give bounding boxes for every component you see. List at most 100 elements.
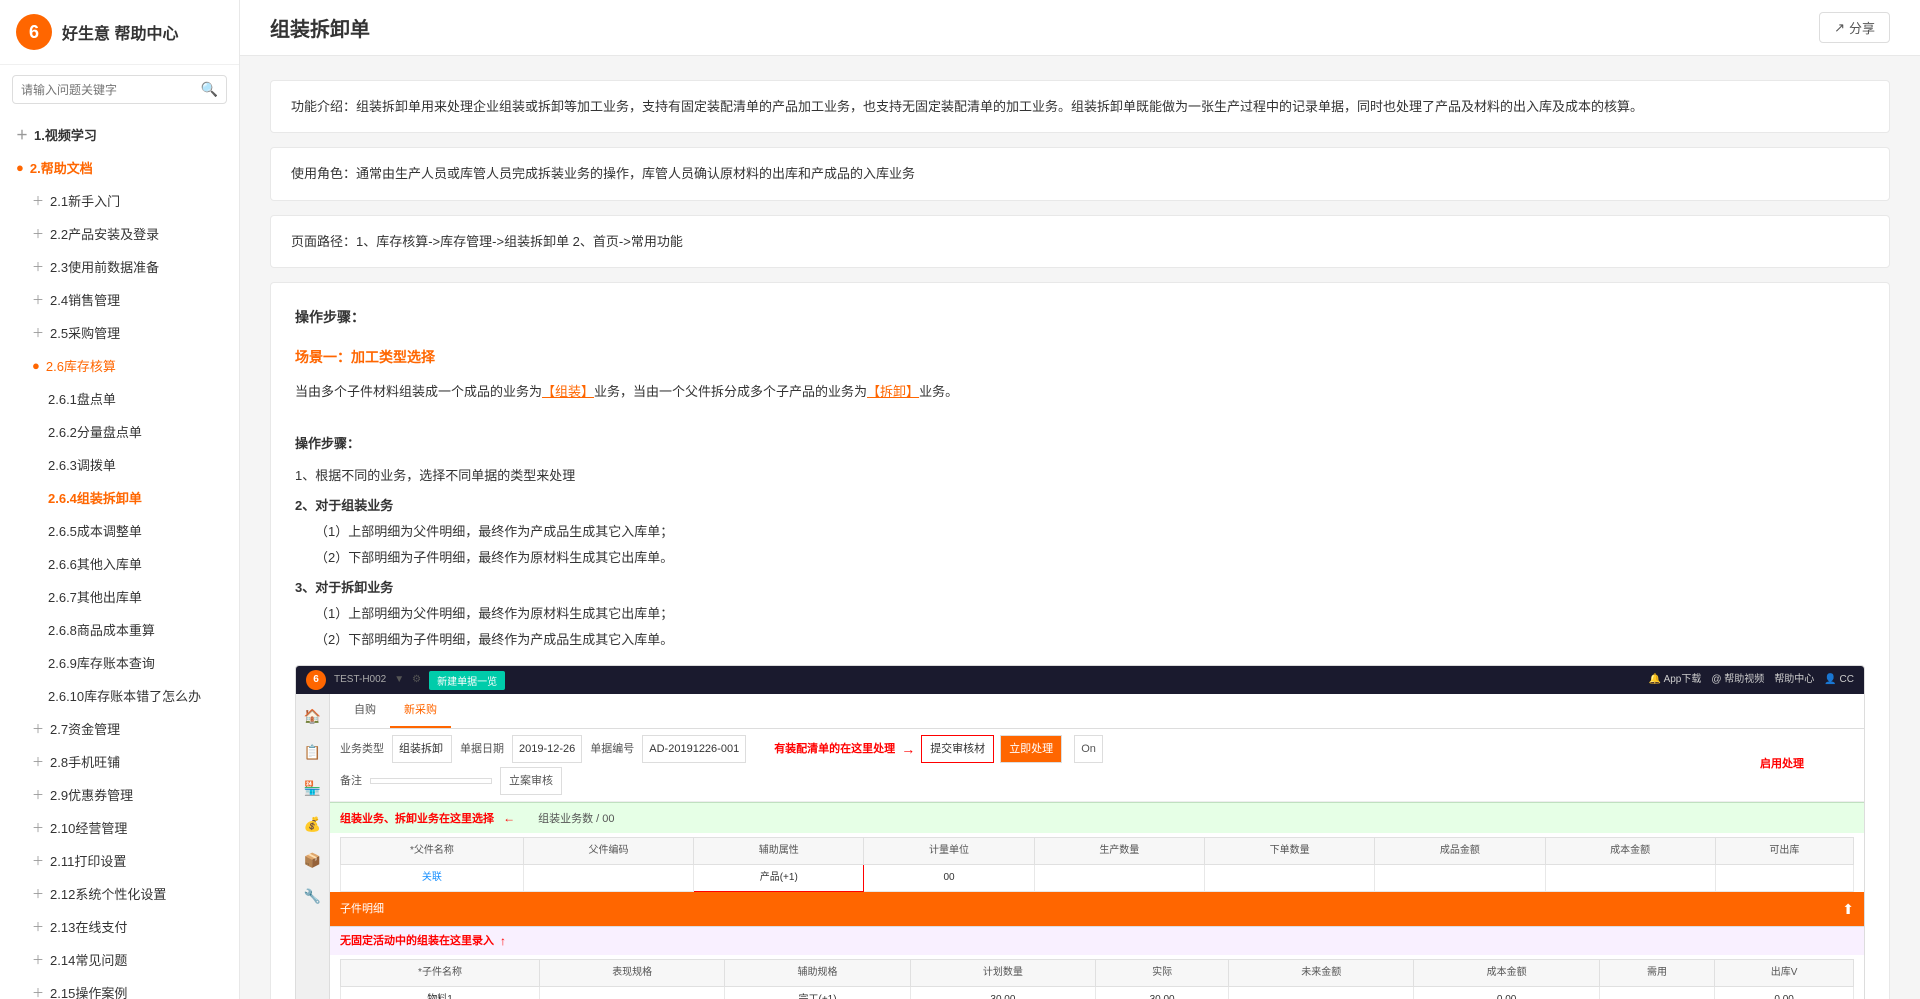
mock-lower-table-wrapper: *子件名称 表现规格 辅助规格 计划数量 实际 未来金额 成本金额 需用 [330, 959, 1864, 999]
sidebar-item-cases[interactable]: ＋ 2.15操作案例 [0, 976, 239, 999]
screenshot-inner: 6 TEST-H002 ▼ ⚙ 新建单据一览 🔔 App下载 @ 帮助视频 帮助… [296, 666, 1864, 999]
sidebar-item-inventory[interactable]: ● 2.6库存核算 [0, 349, 239, 382]
cell-prod-amt [1375, 865, 1545, 892]
sidebar-item-assembly[interactable]: 2.6.4组装拆卸单 [0, 481, 239, 514]
sidebar-item-coupon[interactable]: ＋ 2.9优惠券管理 [0, 778, 239, 811]
cell-cost-amt [1545, 865, 1715, 892]
mock-form-row2: 备注 立案审核 [340, 767, 1854, 795]
main-content: 组装拆卸单 ↗ 分享 功能介绍：组装拆卸单用来处理企业组装或拆卸等加工业务，支持… [240, 0, 1920, 999]
sidebar-item-other-out[interactable]: 2.6.7其他出库单 [0, 580, 239, 613]
sidebar-item-ops[interactable]: ＋ 2.10经营管理 [0, 811, 239, 844]
mock-main-content: 自购 新采购 业务类型 组装拆卸 单据日期 2019-12-26 [330, 694, 1864, 999]
mock-save-btn[interactable]: 立即处理 [1000, 735, 1062, 763]
plus-icon: ＋ [32, 984, 44, 999]
sidebar-item-new-user[interactable]: ＋ 2.1新手入门 [0, 184, 239, 217]
lcol-name: *子件名称 [341, 960, 540, 987]
mock-lower-table: *子件名称 表现规格 辅助规格 计划数量 实际 未来金额 成本金额 需用 [340, 959, 1854, 999]
path-text: 页面路径：1、库存核算->库存管理->组装拆卸单 2、首页->常用功能 [291, 234, 683, 249]
lrow1-plan: 30.00 [910, 987, 1095, 999]
lrow1-actual: 30.00 [1096, 987, 1229, 999]
sidebar-item-payment[interactable]: ＋ 2.13在线支付 [0, 910, 239, 943]
sidebar-item-videos[interactable]: ＋ 1.视频学习 [0, 118, 239, 151]
mock-annotation1-area: 有装配清单的在这里处理 → 提交审核材 立即处理 [774, 735, 1062, 763]
plus-icon: ＋ [32, 852, 44, 869]
col-prod-amt: 成品金额 [1375, 838, 1545, 865]
sidebar-item-mobile[interactable]: ＋ 2.8手机旺铺 [0, 745, 239, 778]
mock-lower-title: 子件明细 [340, 898, 384, 920]
mock-body: 🏠 📋 🏪 💰 📦 🔧 自购 新采购 [296, 694, 1864, 999]
lcol-spec: 表现规格 [540, 960, 725, 987]
mock-icon3: 🏪 [304, 774, 321, 802]
lrow1-out: 0.00 [1715, 987, 1854, 999]
sidebar-item-cost-calc[interactable]: 2.6.8商品成本重算 [0, 613, 239, 646]
assembly-link[interactable]: 【组装】 [542, 384, 594, 399]
step2-1: （1）上部明细为父件明细，最终作为产成品生成其它入库单； [295, 519, 1865, 545]
sidebar-item-adjust[interactable]: 2.6.3调拨单 [0, 448, 239, 481]
sidebar-item-custom[interactable]: ＋ 2.12系统个性化设置 [0, 877, 239, 910]
mock-verify-btn[interactable]: 立案审核 [500, 767, 562, 795]
sidebar-item-print[interactable]: ＋ 2.11打印设置 [0, 844, 239, 877]
sidebar-item-docs[interactable]: ● 2.帮助文档 [0, 151, 239, 184]
cell-unit: 00 [864, 865, 1034, 892]
sidebar-item-stocktake[interactable]: 2.6.1盘点单 [0, 382, 239, 415]
sidebar-item-account-err[interactable]: 2.6.10库存账本错了怎么办 [0, 679, 239, 712]
sidebar-item-stock-check[interactable]: 2.6.9库存账本查询 [0, 646, 239, 679]
sidebar-item-install[interactable]: ＋ 2.2产品安装及登录 [0, 217, 239, 250]
content-area: 功能介绍：组装拆卸单用来处理企业组装或拆卸等加工业务，支持有固定装配清单的产品加… [240, 56, 1920, 999]
mock-type-select[interactable]: 组装拆卸 [392, 735, 452, 763]
scenario1-desc: 当由多个子件材料组装成一个成品的业务为【组装】业务，当由一个父件拆分成多个子产品… [295, 379, 1865, 405]
mock-freeform-section: 无固定活动中的组装在这里录入 ↑ [330, 926, 1864, 955]
mock-process-btn[interactable]: 提交审核材 [921, 735, 994, 763]
sidebar-item-purchase[interactable]: ＋ 2.5采购管理 [0, 316, 239, 349]
steps-sub-title: 操作步骤： [295, 431, 1865, 457]
mock-expand-icon[interactable]: ⬆ [1842, 895, 1854, 923]
plus-icon: ＋ [32, 291, 44, 308]
share-icon: ↗ [1834, 20, 1845, 36]
sidebar-item-finance[interactable]: ＋ 2.7资金管理 [0, 712, 239, 745]
col-aux-attr: 辅助属性 [694, 838, 864, 865]
sidebar-item-sales[interactable]: ＋ 2.4销售管理 [0, 283, 239, 316]
cell-out-stock [1715, 865, 1853, 892]
mock-avatar: 👤 CC [1824, 670, 1854, 690]
col-out-stock: 可出库 [1715, 838, 1853, 865]
annotation-processing-text: 有装配清单的在这里处理 [774, 738, 895, 760]
col-unit: 计量单位 [864, 838, 1034, 865]
mock-form-row1: 业务类型 组装拆卸 单据日期 2019-12-26 单据编号 AD-201912… [340, 735, 1854, 763]
disassembly-link[interactable]: 【拆卸】 [867, 384, 919, 399]
mock-tab-zg[interactable]: 自购 [340, 694, 390, 728]
mock-num-label: 单据编号 [590, 738, 634, 760]
lcol-actual: 实际 [1096, 960, 1229, 987]
sidebar-item-other-in[interactable]: 2.6.6其他入库单 [0, 547, 239, 580]
sidebar-item-faq[interactable]: ＋ 2.14常见问题 [0, 943, 239, 976]
plus-icon: ＋ [32, 951, 44, 968]
search-box: 🔍 [12, 75, 227, 104]
steps-section: 操作步骤： 场景一：加工类型选择 当由多个子件材料组装成一个成品的业务为【组装】… [270, 282, 1890, 999]
sidebar-item-partial-stocktake[interactable]: 2.6.2分量盘点单 [0, 415, 239, 448]
mock-topbar: 6 TEST-H002 ▼ ⚙ 新建单据一览 🔔 App下载 @ 帮助视频 帮助… [296, 666, 1864, 694]
plus-icon: ＋ [32, 225, 44, 242]
mock-date-input[interactable]: 2019-12-26 [512, 735, 582, 763]
mock-on-toggle[interactable]: On [1074, 735, 1103, 763]
plus-icon: ＋ [32, 324, 44, 341]
cell-link: 关联 [341, 865, 524, 892]
annotation-activate-text: 启用处理 [1760, 753, 1804, 775]
plus-icon: ＋ [32, 786, 44, 803]
mock-logo: 6 [306, 670, 326, 690]
mock-tab-new[interactable]: 新采购 [390, 694, 451, 728]
mock-new-doc-btn[interactable]: 新建单据一览 [429, 671, 505, 690]
plus-icon: ＋ [32, 918, 44, 935]
sidebar-item-data-prep[interactable]: ＋ 2.3使用前数据准备 [0, 250, 239, 283]
mock-num-input[interactable]: AD-20191226-001 [642, 735, 746, 763]
nav-tree: ＋ 1.视频学习 ● 2.帮助文档 ＋ 2.1新手入门 ＋ 2.2产品安装及登录… [0, 114, 239, 999]
path-block: 页面路径：1、库存核算->库存管理->组装拆卸单 2、首页->常用功能 [270, 215, 1890, 268]
logo-icon: 6 [16, 14, 52, 50]
search-button[interactable]: 🔍 [201, 81, 218, 98]
lcol-cost-amt: 成本金额 [1414, 960, 1599, 987]
share-button[interactable]: ↗ 分享 [1819, 12, 1890, 43]
annotation-arrow1: → [901, 735, 915, 763]
mock-remark-input[interactable] [370, 778, 492, 784]
sidebar-item-cost-adjust[interactable]: 2.6.5成本调整单 [0, 514, 239, 547]
mock-form-header: 业务类型 组装拆卸 单据日期 2019-12-26 单据编号 AD-201912… [330, 729, 1864, 802]
mock-upper-table: *父件名称 父件编码 辅助属性 计量单位 生产数量 下单数量 成品金额 成本金额 [340, 837, 1854, 892]
search-input[interactable] [21, 83, 201, 97]
